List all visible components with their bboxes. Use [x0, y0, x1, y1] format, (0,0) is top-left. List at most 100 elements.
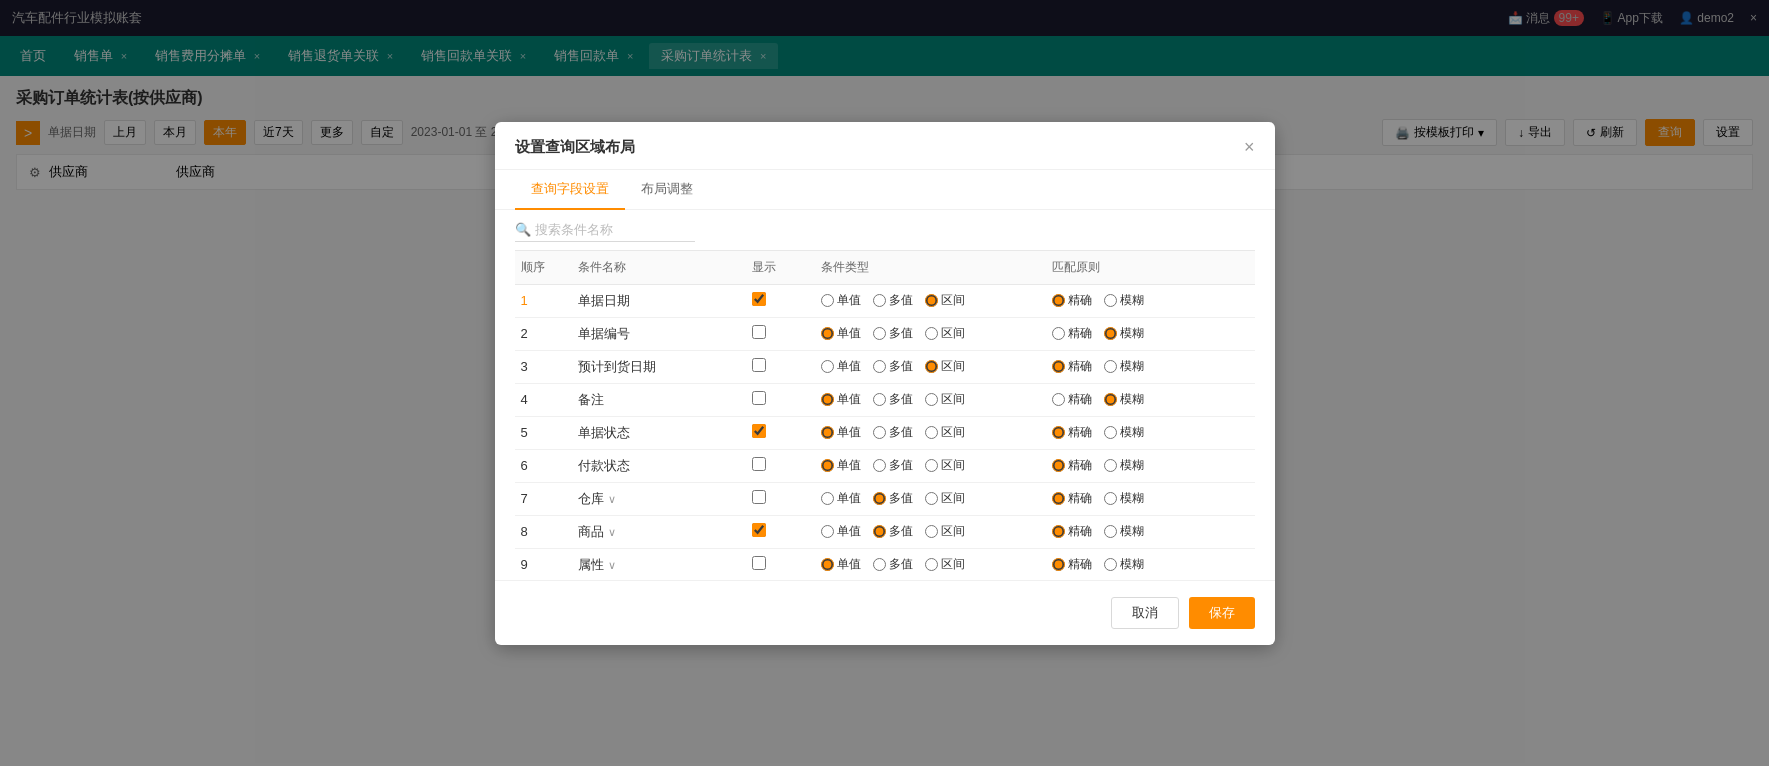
cell-type: 单值 多值 区间 — [815, 482, 1046, 515]
search-box: 🔍 — [515, 222, 695, 242]
show-checkbox[interactable] — [752, 424, 766, 438]
dialog-tab-layout[interactable]: 布局调整 — [625, 170, 709, 210]
cell-match: 精确 模糊 — [1046, 383, 1254, 416]
cell-show — [746, 284, 815, 317]
match-fuzzy[interactable]: 模糊 — [1104, 292, 1144, 309]
show-checkbox[interactable] — [752, 391, 766, 405]
show-checkbox[interactable] — [752, 556, 766, 570]
th-order: 顺序 — [515, 250, 573, 284]
table-row: 4备注 单值 多值 区间 精确 模糊 — [515, 383, 1255, 416]
type-range[interactable]: 区间 — [925, 424, 965, 441]
cell-show — [746, 548, 815, 580]
type-radio-group: 单值 多值 区间 — [821, 358, 1040, 375]
type-range[interactable]: 区间 — [925, 292, 965, 309]
cell-type: 单值 多值 区间 — [815, 416, 1046, 449]
cell-match: 精确 模糊 — [1046, 350, 1254, 383]
show-checkbox[interactable] — [752, 292, 766, 306]
match-exact[interactable]: 精确 — [1052, 457, 1092, 474]
cell-name: 预计到货日期 — [572, 350, 745, 383]
cell-order: 8 — [515, 515, 573, 548]
type-single[interactable]: 单值 — [821, 391, 861, 408]
type-range[interactable]: 区间 — [925, 325, 965, 342]
match-exact[interactable]: 精确 — [1052, 292, 1092, 309]
type-range[interactable]: 区间 — [925, 523, 965, 540]
type-multi[interactable]: 多值 — [873, 424, 913, 441]
cell-type: 单值 多值 区间 — [815, 284, 1046, 317]
cell-match: 精确 模糊 — [1046, 482, 1254, 515]
match-exact[interactable]: 精确 — [1052, 556, 1092, 573]
type-radio-group: 单值 多值 区间 — [821, 457, 1040, 474]
type-single[interactable]: 单值 — [821, 325, 861, 342]
type-radio-group: 单值 多值 区间 — [821, 523, 1040, 540]
dialog-footer: 取消 保存 — [495, 580, 1275, 645]
match-exact[interactable]: 精确 — [1052, 358, 1092, 375]
match-fuzzy[interactable]: 模糊 — [1104, 325, 1144, 342]
dialog-close-btn[interactable]: × — [1244, 138, 1255, 156]
type-range[interactable]: 区间 — [925, 457, 965, 474]
dialog-tabs: 查询字段设置 布局调整 — [495, 170, 1275, 210]
match-radio-group: 精确 模糊 — [1052, 325, 1248, 342]
type-multi[interactable]: 多值 — [873, 490, 913, 507]
th-type: 条件类型 — [815, 250, 1046, 284]
type-single[interactable]: 单值 — [821, 556, 861, 573]
type-range[interactable]: 区间 — [925, 358, 965, 375]
match-radio-group: 精确 模糊 — [1052, 292, 1248, 309]
match-fuzzy[interactable]: 模糊 — [1104, 358, 1144, 375]
search-input[interactable] — [535, 222, 685, 237]
match-exact[interactable]: 精确 — [1052, 523, 1092, 540]
type-range[interactable]: 区间 — [925, 490, 965, 507]
show-checkbox[interactable] — [752, 523, 766, 537]
type-multi[interactable]: 多值 — [873, 457, 913, 474]
dialog-search-area: 🔍 — [495, 210, 1275, 250]
table-scroll-container[interactable]: 顺序 条件名称 显示 条件类型 匹配原则 1单据日期 单值 多值 — [515, 250, 1255, 580]
cell-name: 单据日期 — [572, 284, 745, 317]
type-multi[interactable]: 多值 — [873, 292, 913, 309]
type-single[interactable]: 单值 — [821, 457, 861, 474]
type-single[interactable]: 单值 — [821, 424, 861, 441]
type-range[interactable]: 区间 — [925, 556, 965, 573]
cell-match: 精确 模糊 — [1046, 449, 1254, 482]
table-row: 9属性 ∨ 单值 多值 区间 精确 模糊 — [515, 548, 1255, 580]
type-single[interactable]: 单值 — [821, 292, 861, 309]
cancel-btn[interactable]: 取消 — [1111, 597, 1179, 629]
save-btn[interactable]: 保存 — [1189, 597, 1255, 629]
cell-order: 3 — [515, 350, 573, 383]
expand-icon[interactable]: ∨ — [608, 493, 616, 505]
cell-name: 备注 — [572, 383, 745, 416]
type-multi[interactable]: 多值 — [873, 556, 913, 573]
match-fuzzy[interactable]: 模糊 — [1104, 523, 1144, 540]
match-fuzzy[interactable]: 模糊 — [1104, 457, 1144, 474]
type-radio-group: 单值 多值 区间 — [821, 325, 1040, 342]
type-multi[interactable]: 多值 — [873, 523, 913, 540]
match-exact[interactable]: 精确 — [1052, 325, 1092, 342]
type-single[interactable]: 单值 — [821, 523, 861, 540]
expand-icon[interactable]: ∨ — [608, 526, 616, 538]
table-row: 1单据日期 单值 多值 区间 精确 模糊 — [515, 284, 1255, 317]
type-multi[interactable]: 多值 — [873, 358, 913, 375]
cell-show — [746, 383, 815, 416]
expand-icon[interactable]: ∨ — [608, 559, 616, 571]
dialog-header: 设置查询区域布局 × — [495, 122, 1275, 170]
match-exact[interactable]: 精确 — [1052, 424, 1092, 441]
cell-type: 单值 多值 区间 — [815, 383, 1046, 416]
match-fuzzy[interactable]: 模糊 — [1104, 391, 1144, 408]
match-exact[interactable]: 精确 — [1052, 490, 1092, 507]
cell-order: 5 — [515, 416, 573, 449]
type-multi[interactable]: 多值 — [873, 325, 913, 342]
match-fuzzy[interactable]: 模糊 — [1104, 424, 1144, 441]
show-checkbox[interactable] — [752, 325, 766, 339]
match-exact[interactable]: 精确 — [1052, 391, 1092, 408]
cell-show — [746, 482, 815, 515]
type-single[interactable]: 单值 — [821, 358, 861, 375]
dialog-tab-fields[interactable]: 查询字段设置 — [515, 170, 625, 210]
cell-name: 商品 ∨ — [572, 515, 745, 548]
show-checkbox[interactable] — [752, 457, 766, 471]
type-single[interactable]: 单值 — [821, 490, 861, 507]
show-checkbox[interactable] — [752, 358, 766, 372]
match-radio-group: 精确 模糊 — [1052, 523, 1248, 540]
match-fuzzy[interactable]: 模糊 — [1104, 556, 1144, 573]
show-checkbox[interactable] — [752, 490, 766, 504]
match-fuzzy[interactable]: 模糊 — [1104, 490, 1144, 507]
type-range[interactable]: 区间 — [925, 391, 965, 408]
type-multi[interactable]: 多值 — [873, 391, 913, 408]
